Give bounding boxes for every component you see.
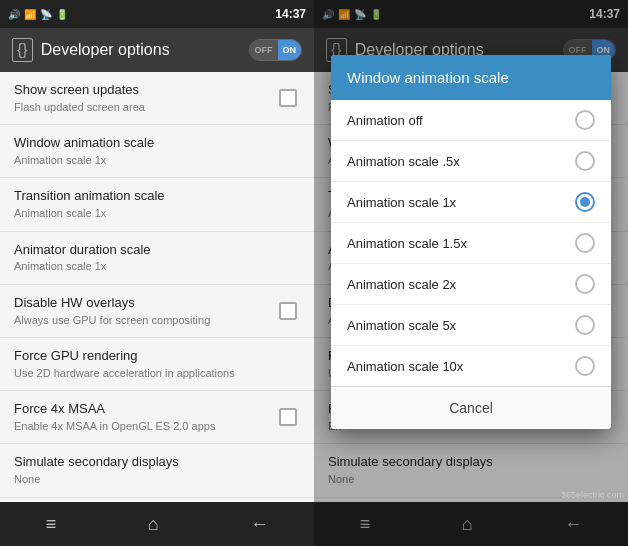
show-screen-checkbox[interactable] (279, 89, 297, 107)
right-volume-icon: 🔊 (322, 9, 334, 20)
right-title-simulate: Simulate secondary displays (328, 454, 614, 471)
setting-simulate-displays[interactable]: Simulate secondary displays None (0, 444, 314, 497)
dialog-options-list: Animation off Animation scale .5x Animat… (331, 100, 611, 386)
toggle-off-label: OFF (250, 40, 278, 60)
setting-title-force-gpu: Force GPU rendering (14, 348, 300, 365)
dialog-option-anim-off[interactable]: Animation off (331, 100, 611, 141)
right-home-icon[interactable]: ⌂ (462, 514, 473, 535)
setting-sub-force-msaa: Enable 4x MSAA in OpenGL ES 2.0 apps (14, 419, 276, 433)
watermark: 365electric.com (561, 490, 624, 500)
right-nav-bar: ≡ ⌂ ← (314, 502, 628, 546)
setting-sub-window-anim: Animation scale 1x (14, 153, 300, 167)
dev-options-toggle[interactable]: OFF ON (249, 39, 303, 61)
dialog-option-anim-2x[interactable]: Animation scale 2x (331, 264, 611, 305)
home-icon[interactable]: ⌂ (148, 514, 159, 535)
setting-sub-animator: Animation scale 1x (14, 259, 300, 273)
dialog-radio-anim-5x[interactable] (575, 315, 595, 335)
dialog-option-label-anim-1x: Animation scale 1x (347, 195, 456, 210)
status-time: 14:37 (275, 7, 306, 21)
setting-title-window-anim: Window animation scale (14, 135, 300, 152)
right-back-icon[interactable]: ← (564, 514, 582, 535)
back-icon[interactable]: ← (250, 514, 268, 535)
dialog-radio-anim-05x[interactable] (575, 151, 595, 171)
force-msaa-checkbox[interactable] (279, 408, 297, 426)
right-signal-icon: 📡 (354, 9, 366, 20)
setting-show-screen-updates[interactable]: Show screen updates Flash updated screen… (0, 72, 314, 125)
signal-icon: 📡 (40, 9, 52, 20)
dialog-radio-anim-1x[interactable] (575, 192, 595, 212)
dialog-option-label-anim-15x: Animation scale 1.5x (347, 236, 467, 251)
status-right: 14:37 (275, 7, 306, 21)
right-status-time: 14:37 (589, 7, 620, 21)
right-phone-panel: 🔊 📶 📡 🔋 14:37 {} Developer options OFF O… (314, 0, 628, 546)
right-menu-icon[interactable]: ≡ (360, 514, 371, 535)
setting-disable-hw[interactable]: Disable HW overlays Always use GPU for s… (0, 285, 314, 338)
setting-sub-transition: Animation scale 1x (14, 206, 300, 220)
status-left-icons: 🔊 📶 📡 🔋 (8, 9, 68, 20)
setting-sub-show-screen: Flash updated screen area (14, 100, 276, 114)
toggle-on-label: ON (278, 40, 302, 60)
left-status-bar: 🔊 📶 📡 🔋 14:37 (0, 0, 314, 28)
setting-transition-animation[interactable]: Transition animation scale Animation sca… (0, 178, 314, 231)
window-animation-dialog[interactable]: Window animation scale Animation off Ani… (331, 55, 611, 429)
setting-window-animation[interactable]: Window animation scale Animation scale 1… (0, 125, 314, 178)
setting-sub-simulate: None (14, 472, 300, 486)
dialog-option-anim-5x[interactable]: Animation scale 5x (331, 305, 611, 346)
right-status-bar: 🔊 📶 📡 🔋 14:37 (314, 0, 628, 28)
app-title: Developer options (41, 41, 241, 59)
dialog-option-label-anim-10x: Animation scale 10x (347, 359, 463, 374)
setting-force-msaa[interactable]: Force 4x MSAA Enable 4x MSAA in OpenGL E… (0, 391, 314, 444)
right-sub-simulate: None (328, 472, 614, 486)
setting-sub-disable-hw: Always use GPU for screen compositing (14, 313, 276, 327)
setting-title-force-msaa: Force 4x MSAA (14, 401, 276, 418)
right-wifi-icon: 📶 (338, 9, 350, 20)
dialog-title: Window animation scale (331, 55, 611, 100)
dialog-option-label-anim-05x: Animation scale .5x (347, 154, 460, 169)
wifi-icon: 📶 (24, 9, 36, 20)
dialog-option-anim-15x[interactable]: Animation scale 1.5x (331, 223, 611, 264)
volume-icon: 🔊 (8, 9, 20, 20)
setting-animator-duration[interactable]: Animator duration scale Animation scale … (0, 232, 314, 285)
dialog-option-label-anim-off: Animation off (347, 113, 423, 128)
dialog-cancel-button[interactable]: Cancel (331, 386, 611, 429)
setting-title-animator: Animator duration scale (14, 242, 300, 259)
dialog-radio-anim-off[interactable] (575, 110, 595, 130)
menu-icon[interactable]: ≡ (46, 514, 57, 535)
dialog-option-anim-05x[interactable]: Animation scale .5x (331, 141, 611, 182)
left-phone-panel: 🔊 📶 📡 🔋 14:37 {} Developer options OFF O… (0, 0, 314, 546)
setting-force-gpu[interactable]: Force GPU rendering Use 2D hardware acce… (0, 338, 314, 391)
right-status-left: 🔊 📶 📡 🔋 (322, 9, 382, 20)
dialog-radio-anim-15x[interactable] (575, 233, 595, 253)
battery-icon: 🔋 (56, 9, 68, 20)
left-settings-list: Show screen updates Flash updated screen… (0, 72, 314, 502)
dialog-radio-anim-10x[interactable] (575, 356, 595, 376)
setting-title-show-screen: Show screen updates (14, 82, 276, 99)
dialog-option-label-anim-5x: Animation scale 5x (347, 318, 456, 333)
dialog-radio-anim-2x[interactable] (575, 274, 595, 294)
setting-title-transition: Transition animation scale (14, 188, 300, 205)
dialog-option-label-anim-2x: Animation scale 2x (347, 277, 456, 292)
setting-sub-force-gpu: Use 2D hardware acceleration in applicat… (14, 366, 300, 380)
setting-title-simulate: Simulate secondary displays (14, 454, 300, 471)
dialog-option-anim-1x[interactable]: Animation scale 1x (331, 182, 611, 223)
dev-icon: {} (12, 38, 33, 62)
setting-title-disable-hw: Disable HW overlays (14, 295, 276, 312)
left-nav-bar: ≡ ⌂ ← (0, 502, 314, 546)
disable-hw-checkbox[interactable] (279, 302, 297, 320)
left-app-bar: {} Developer options OFF ON (0, 28, 314, 72)
dialog-option-anim-10x[interactable]: Animation scale 10x (331, 346, 611, 386)
right-battery-icon: 🔋 (370, 9, 382, 20)
